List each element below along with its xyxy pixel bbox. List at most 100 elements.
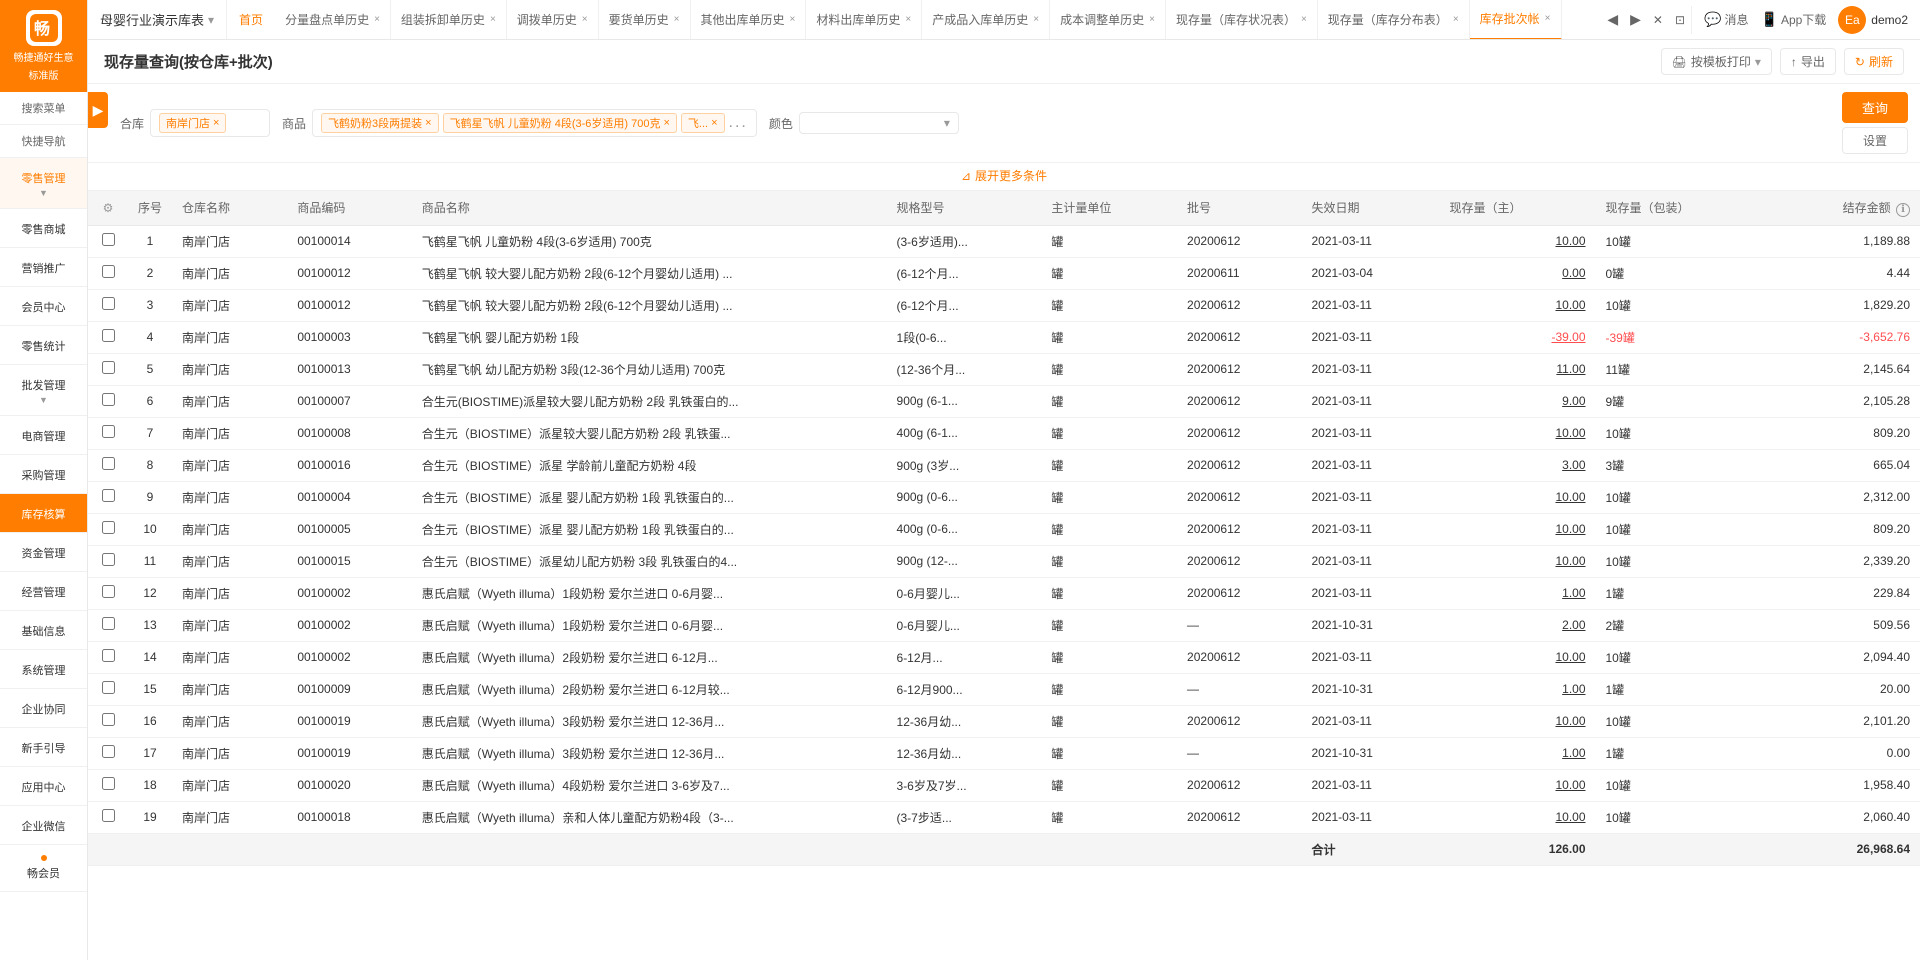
row-checkbox[interactable] <box>102 521 115 534</box>
row-checkbox[interactable] <box>102 265 115 278</box>
sidebar-logo[interactable]: 畅 畅捷通好生意 标准版 <box>0 0 87 92</box>
sidebar-item-enterprise[interactable]: 企业协同 <box>0 689 87 728</box>
sidebar-item-new-guide[interactable]: 新手引导 <box>0 728 87 767</box>
tab-close-icon[interactable]: × <box>905 14 911 25</box>
print-btn[interactable]: 🖨 按模板打印 ▾ <box>1661 48 1772 75</box>
tab-home[interactable]: 首页 <box>227 11 275 28</box>
row-checkbox[interactable] <box>102 809 115 822</box>
tab-close-icon[interactable]: × <box>374 14 380 25</box>
row-stock-main[interactable]: 11.00 <box>1439 353 1595 385</box>
sidebar-search[interactable]: 搜索菜单 <box>0 92 87 125</box>
tab-close-icon[interactable]: × <box>1033 14 1039 25</box>
sidebar-item-wholesale[interactable]: 批发管理 ▼ <box>0 365 87 416</box>
sidebar-item-marketing[interactable]: 营销推广 <box>0 248 87 287</box>
row-checkbox-cell[interactable] <box>88 225 128 257</box>
messages-btn[interactable]: 💬 消息 <box>1704 11 1748 28</box>
tab-chengben[interactable]: 成本调整单历史× <box>1050 0 1166 40</box>
settings-btn[interactable]: 设置 <box>1842 127 1908 154</box>
filter-expand-btn[interactable]: ▶ <box>88 92 108 128</box>
sidebar-item-retail-shop[interactable]: 零售商城 <box>0 209 87 248</box>
row-stock-main[interactable]: 10.00 <box>1439 289 1595 321</box>
row-checkbox[interactable] <box>102 553 115 566</box>
row-checkbox-cell[interactable] <box>88 673 128 705</box>
row-checkbox[interactable] <box>102 745 115 758</box>
tab-close-icon[interactable]: × <box>790 14 796 25</box>
row-checkbox[interactable] <box>102 681 115 694</box>
warehouse-tag-remove[interactable]: × <box>213 117 219 129</box>
export-btn[interactable]: ↑ 导出 <box>1780 48 1836 75</box>
tab-cailiao[interactable]: 材料出库单历史× <box>806 0 922 40</box>
tab-maximize-btn[interactable]: ⊡ <box>1669 11 1691 29</box>
row-checkbox[interactable] <box>102 297 115 310</box>
row-stock-main[interactable]: 10.00 <box>1439 705 1595 737</box>
tab-close-icon[interactable]: × <box>490 14 496 25</box>
row-stock-main[interactable]: 0.00 <box>1439 257 1595 289</box>
color-input[interactable]: ▾ <box>799 112 959 134</box>
row-checkbox[interactable] <box>102 233 115 246</box>
row-checkbox[interactable] <box>102 713 115 726</box>
row-checkbox-cell[interactable] <box>88 449 128 481</box>
sidebar-item-retail-stats[interactable]: 零售统计 <box>0 326 87 365</box>
sidebar-item-sys-mgmt[interactable]: 系统管理 <box>0 650 87 689</box>
row-checkbox-cell[interactable] <box>88 513 128 545</box>
row-checkbox[interactable] <box>102 649 115 662</box>
sidebar-item-app-center[interactable]: 应用中心 <box>0 767 87 806</box>
row-stock-main[interactable]: 10.00 <box>1439 641 1595 673</box>
row-checkbox[interactable] <box>102 393 115 406</box>
tab-close-icon[interactable]: × <box>1301 14 1307 25</box>
row-checkbox-cell[interactable] <box>88 801 128 833</box>
row-stock-main[interactable]: 3.00 <box>1439 449 1595 481</box>
row-checkbox-cell[interactable] <box>88 769 128 801</box>
app-download-btn[interactable]: 📱 App下载 <box>1761 11 1827 28</box>
header-dropdown[interactable]: 母婴行业演示库表 ▾ <box>88 0 227 39</box>
tab-close-icon[interactable]: × <box>1545 13 1551 24</box>
row-checkbox[interactable] <box>102 361 115 374</box>
row-stock-main[interactable]: 1.00 <box>1439 577 1595 609</box>
sidebar-item-enterprise-wechat[interactable]: 企业微信 <box>0 806 87 845</box>
product-tag-remove-3[interactable]: × <box>711 117 717 129</box>
tab-close-icon[interactable]: × <box>582 14 588 25</box>
query-btn[interactable]: 查询 <box>1842 92 1908 123</box>
row-stock-main[interactable]: 10.00 <box>1439 545 1595 577</box>
tab-close-icon[interactable]: × <box>1453 14 1459 25</box>
row-checkbox-cell[interactable] <box>88 417 128 449</box>
settings-gear-icon[interactable]: ⚙ <box>103 201 114 215</box>
row-checkbox[interactable] <box>102 777 115 790</box>
product-tag-remove-2[interactable]: × <box>663 117 669 129</box>
tab-diaob[interactable]: 调拨单历史× <box>507 0 599 40</box>
row-stock-main[interactable]: -39.00 <box>1439 321 1595 353</box>
col-settings-header[interactable]: ⚙ <box>88 191 128 225</box>
row-stock-main[interactable]: 10.00 <box>1439 417 1595 449</box>
row-stock-main[interactable]: 10.00 <box>1439 769 1595 801</box>
row-checkbox-cell[interactable] <box>88 257 128 289</box>
row-checkbox[interactable] <box>102 425 115 438</box>
row-stock-main[interactable]: 10.00 <box>1439 801 1595 833</box>
product-more-dots[interactable]: ... <box>729 114 748 132</box>
warehouse-input[interactable]: 南岸门店 × <box>150 109 270 137</box>
row-stock-main[interactable]: 9.00 <box>1439 385 1595 417</box>
sidebar-item-inventory[interactable]: 库存核算 <box>0 494 87 533</box>
row-stock-main[interactable]: 10.00 <box>1439 225 1595 257</box>
row-checkbox[interactable] <box>102 457 115 470</box>
tab-xiancun2[interactable]: 现存量（库存分布表）× <box>1318 0 1470 40</box>
sidebar-item-member[interactable]: 会员中心 <box>0 287 87 326</box>
row-checkbox-cell[interactable] <box>88 737 128 769</box>
sidebar-item-vip[interactable]: 畅会员 <box>0 845 87 892</box>
tab-chancheng[interactable]: 产成品入库单历史× <box>922 0 1050 40</box>
tab-xiancun1[interactable]: 现存量（库存状况表）× <box>1166 0 1318 40</box>
row-stock-main[interactable]: 2.00 <box>1439 609 1595 641</box>
tab-close-icon[interactable]: × <box>1149 14 1155 25</box>
user-area[interactable]: Ea demo2 <box>1838 6 1908 34</box>
sidebar-nav-label[interactable]: 快捷导航 <box>0 125 87 158</box>
tab-prev-btn[interactable]: ◀ <box>1601 9 1624 30</box>
sidebar-item-ecommerce[interactable]: 电商管理 <box>0 416 87 455</box>
row-stock-main[interactable]: 1.00 <box>1439 737 1595 769</box>
tab-qita[interactable]: 其他出库单历史× <box>691 0 807 40</box>
balance-info-icon[interactable]: ℹ <box>1896 203 1910 217</box>
product-tag-remove-1[interactable]: × <box>425 117 431 129</box>
sidebar-item-basic-info[interactable]: 基础信息 <box>0 611 87 650</box>
row-checkbox-cell[interactable] <box>88 353 128 385</box>
row-checkbox-cell[interactable] <box>88 385 128 417</box>
sidebar-item-retail-mgmt[interactable]: 零售管理 ▼ <box>0 158 87 209</box>
tab-next-btn[interactable]: ▶ <box>1624 9 1647 30</box>
